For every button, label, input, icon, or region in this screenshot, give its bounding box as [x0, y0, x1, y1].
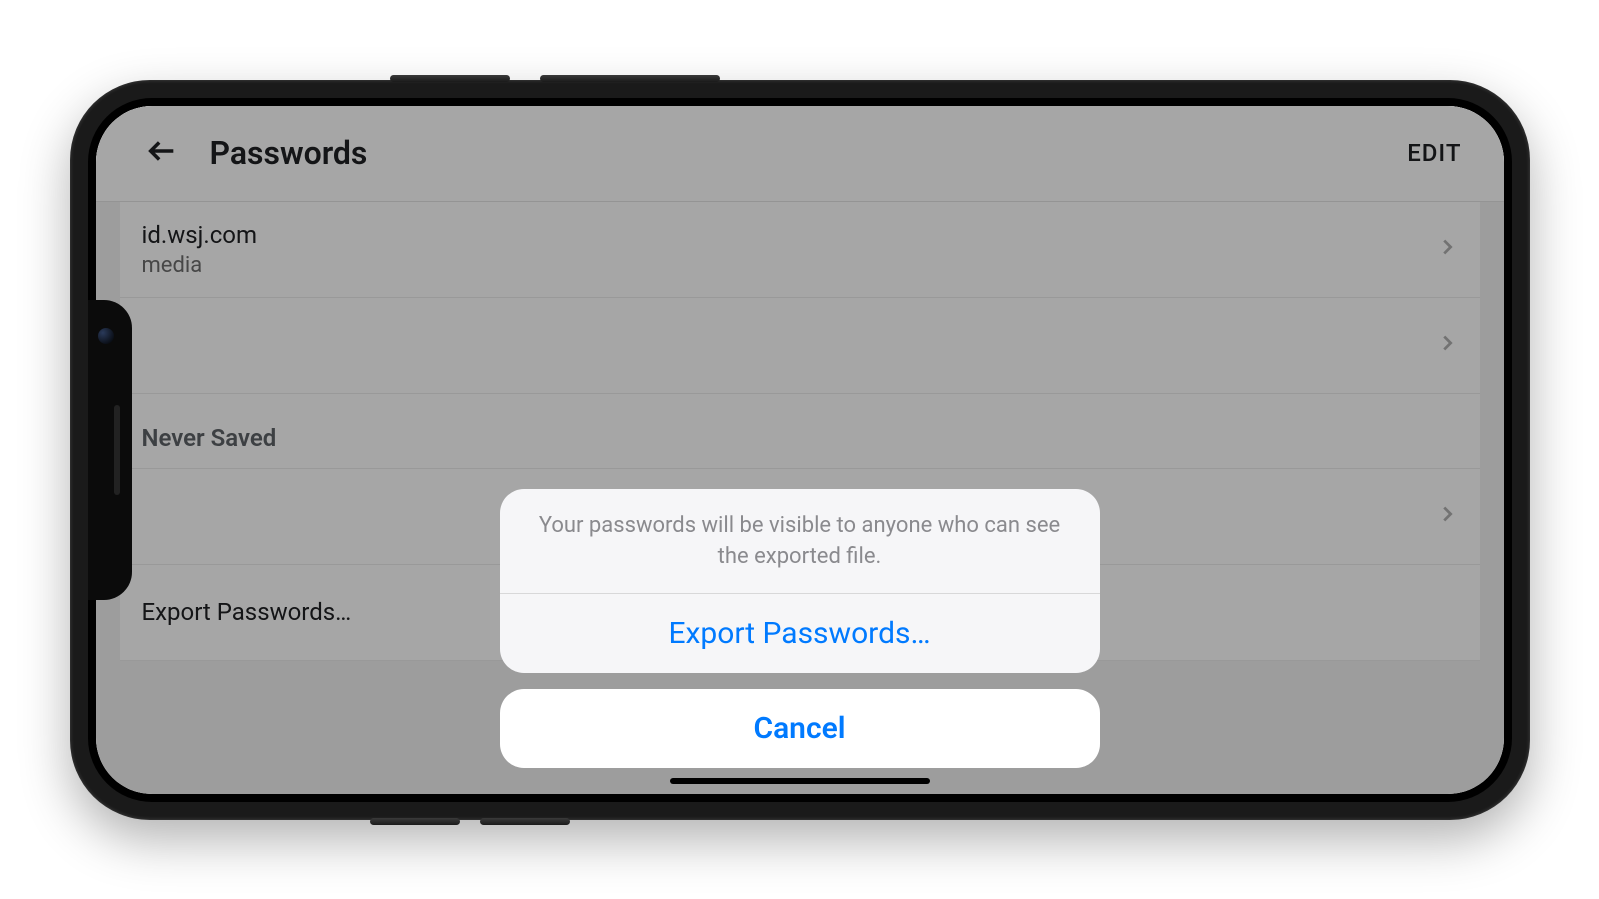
- export-passwords-button[interactable]: Export Passwords…: [500, 594, 1100, 673]
- device-notch: [88, 300, 132, 600]
- speaker-grille: [114, 405, 120, 495]
- action-sheet-message: Your passwords will be visible to anyone…: [500, 489, 1100, 594]
- front-camera-icon: [98, 328, 114, 344]
- physical-button: [390, 75, 510, 82]
- phone-frame: Passwords EDIT id.wsj.com media: [70, 80, 1530, 820]
- action-sheet-group: Your passwords will be visible to anyone…: [500, 489, 1100, 673]
- home-indicator[interactable]: [670, 778, 930, 784]
- physical-button: [540, 75, 720, 82]
- physical-button: [480, 818, 570, 825]
- physical-button: [370, 818, 460, 825]
- action-sheet: Your passwords will be visible to anyone…: [500, 489, 1100, 768]
- cancel-button[interactable]: Cancel: [500, 689, 1100, 768]
